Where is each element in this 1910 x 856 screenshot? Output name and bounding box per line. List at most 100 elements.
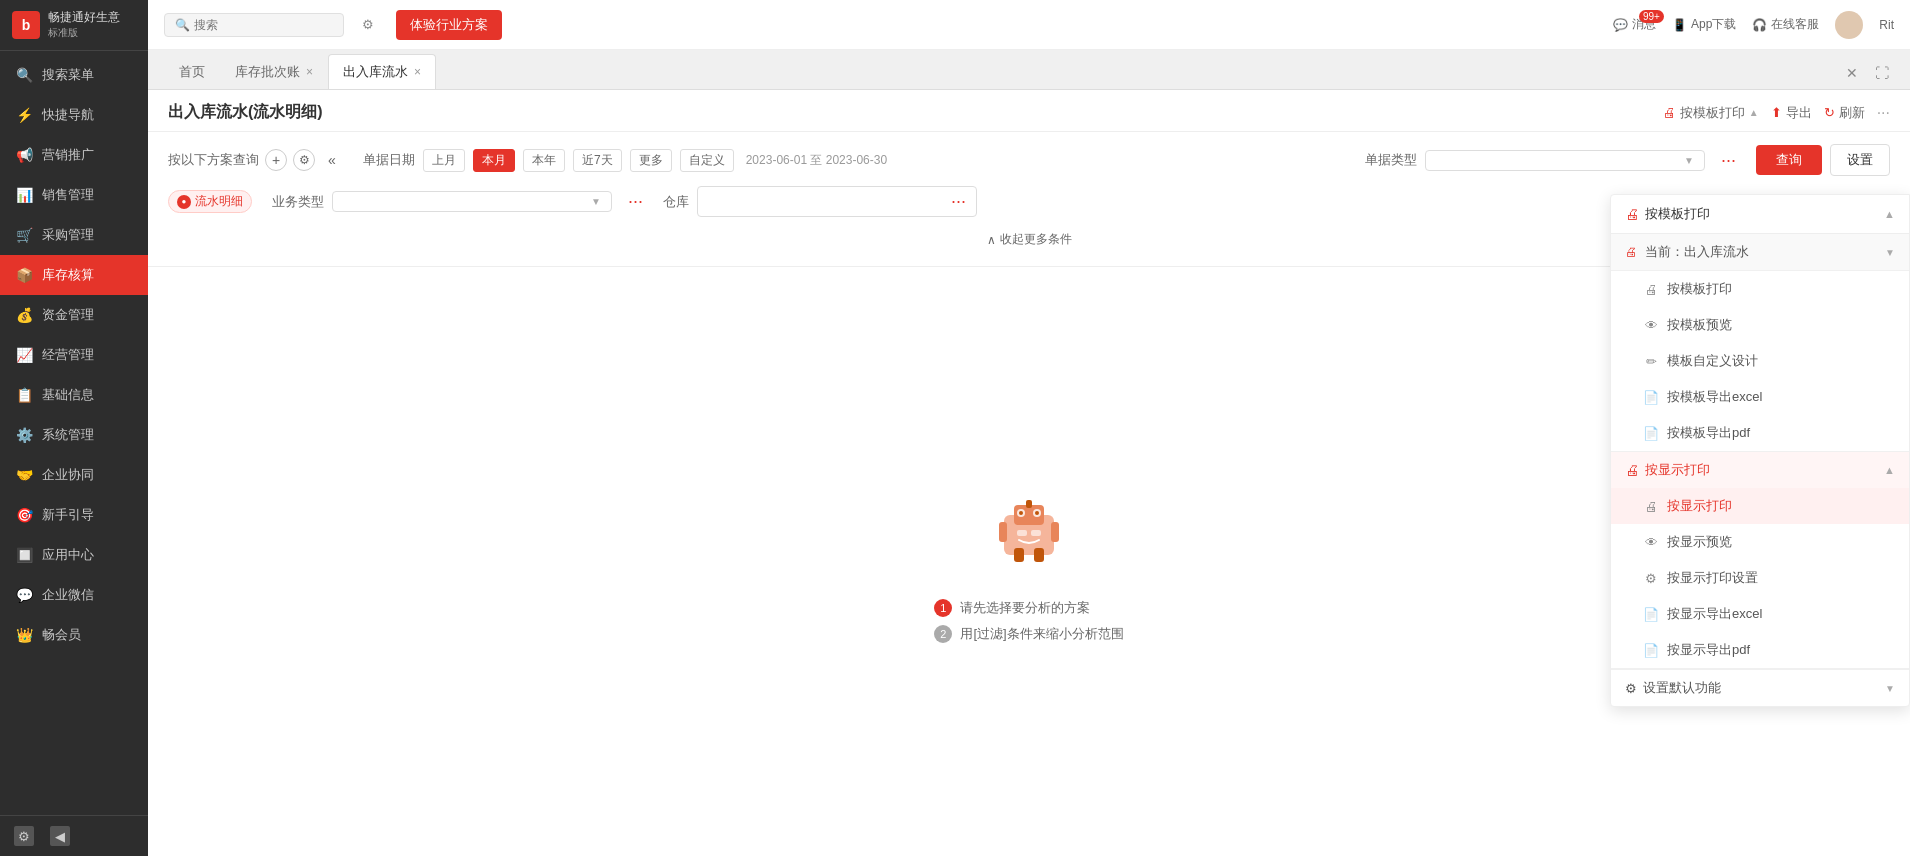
dropdown-display-pdf-item[interactable]: 📄 按显示导出pdf	[1611, 632, 1909, 668]
filter-add-btn[interactable]: +	[265, 149, 287, 171]
dropdown-display-settings-item[interactable]: ⚙ 按显示打印设置	[1611, 560, 1909, 596]
dropdown-template-pdf-item[interactable]: 📄 按模板导出pdf	[1611, 415, 1909, 451]
settings-btn[interactable]: 设置	[1830, 144, 1890, 176]
biz-type-select[interactable]: ▼	[332, 191, 612, 212]
display-settings-label: 按显示打印设置	[1667, 569, 1758, 587]
sidebar-item-search[interactable]: 🔍 搜索菜单	[0, 55, 148, 95]
sidebar-item-label: 库存核算	[42, 266, 94, 284]
date-btn-thisyear[interactable]: 本年	[523, 149, 565, 172]
warehouse-more-icon[interactable]: ···	[951, 191, 966, 212]
filter-setting-btn[interactable]: ⚙	[293, 149, 315, 171]
template-print-icon: 🖨	[1643, 281, 1659, 297]
search-input[interactable]	[194, 18, 324, 32]
finance-icon: 💰	[14, 305, 34, 325]
display-print-icon: 🖨	[1643, 498, 1659, 514]
dropdown-display-header[interactable]: 🖨 按显示打印 ▲	[1611, 452, 1909, 488]
industry-btn[interactable]: 体验行业方案	[396, 10, 502, 40]
current-item-icon: 🖨	[1625, 245, 1637, 259]
sidebar-item-operation[interactable]: 📈 经营管理	[0, 335, 148, 375]
dropdown-current-item[interactable]: 🖨 当前：出入库流水 ▼	[1611, 234, 1909, 270]
date-btn-more[interactable]: 更多	[630, 149, 672, 172]
username-label[interactable]: Rit	[1879, 18, 1894, 32]
display-preview-label: 按显示预览	[1667, 533, 1732, 551]
tab-batch-account[interactable]: 库存批次账 ×	[220, 54, 328, 89]
message-icon: 💬	[1613, 18, 1628, 32]
date-btn-7days[interactable]: 近7天	[573, 149, 622, 172]
display-pdf-icon: 📄	[1643, 642, 1659, 658]
date-btn-thismonth[interactable]: 本月	[473, 149, 515, 172]
type-select[interactable]: ▼	[1425, 150, 1705, 171]
tab-flow-close[interactable]: ×	[414, 65, 421, 79]
sidebar-item-finance[interactable]: 💰 资金管理	[0, 295, 148, 335]
dropdown-template-preview-item[interactable]: 👁 按模板预览	[1611, 307, 1909, 343]
excel-icon: 📄	[1643, 389, 1659, 405]
template-custom-label: 模板自定义设计	[1667, 352, 1758, 370]
print-btn[interactable]: 🖨 按模板打印 ▲	[1663, 104, 1759, 122]
dropdown-display-excel-item[interactable]: 📄 按显示导出excel	[1611, 596, 1909, 632]
sidebar-bottom: ⚙ ◀	[0, 815, 148, 856]
sidebar-item-corp[interactable]: 🤝 企业协同	[0, 455, 148, 495]
message-btn[interactable]: 💬 消息 99+	[1613, 16, 1656, 33]
query-btn[interactable]: 查询	[1756, 145, 1822, 175]
export-btn[interactable]: ⬆ 导出	[1771, 104, 1812, 122]
sidebar-settings-btn[interactable]: ⚙	[14, 826, 34, 846]
sidebar-item-purchase[interactable]: 🛒 采购管理	[0, 215, 148, 255]
display-excel-icon: 📄	[1643, 606, 1659, 622]
dropdown-footer[interactable]: ⚙ 设置默认功能 ▼	[1611, 669, 1909, 706]
tab-home[interactable]: 首页	[164, 54, 220, 89]
sidebar-item-wechat[interactable]: 💬 企业微信	[0, 575, 148, 615]
service-btn[interactable]: 🎧 在线客服	[1752, 16, 1819, 33]
sidebar-item-member[interactable]: 👑 畅会员	[0, 615, 148, 655]
tab-flow[interactable]: 出入库流水 ×	[328, 54, 436, 89]
sidebar-item-apps[interactable]: 🔲 应用中心	[0, 535, 148, 575]
sidebar-collapse-btn[interactable]: ◀	[50, 826, 70, 846]
sidebar-item-basic[interactable]: 📋 基础信息	[0, 375, 148, 415]
tab-batch-close[interactable]: ×	[306, 65, 313, 79]
date-btn-lastmonth[interactable]: 上月	[423, 149, 465, 172]
print-label: 按模板打印	[1680, 104, 1745, 122]
dropdown-template-excel-item[interactable]: 📄 按模板导出excel	[1611, 379, 1909, 415]
svg-rect-7	[999, 522, 1007, 542]
sidebar-item-inventory[interactable]: 📦 库存核算	[0, 255, 148, 295]
filter-collapse-btn[interactable]: «	[321, 149, 343, 171]
collapse-conditions-btn[interactable]: ∧ 收起更多条件	[981, 225, 1078, 254]
user-avatar[interactable]	[1835, 11, 1863, 39]
maximize-icon[interactable]: ⛶	[1870, 61, 1894, 85]
pdf-icon: 📄	[1643, 425, 1659, 441]
app-download-btn[interactable]: 📱 App下载	[1672, 16, 1736, 33]
apps-icon: 🔲	[14, 545, 34, 565]
close-icon[interactable]: ✕	[1840, 61, 1864, 85]
sidebar-item-label: 新手引导	[42, 506, 94, 524]
dropdown-header[interactable]: 🖨 按模板打印 ▲	[1611, 195, 1909, 234]
more-actions-btn[interactable]: ···	[1877, 104, 1890, 122]
sidebar-item-guide[interactable]: 🎯 新手引导	[0, 495, 148, 535]
sidebar-item-quick-nav[interactable]: ⚡ 快捷导航	[0, 95, 148, 135]
tab-home-label: 首页	[179, 63, 205, 81]
template-excel-label: 按模板导出excel	[1667, 388, 1762, 406]
sidebar-item-marketing[interactable]: 📢 营销推广	[0, 135, 148, 175]
warehouse-select[interactable]: ···	[697, 186, 977, 217]
dropdown-template-print-item[interactable]: 🖨 按模板打印	[1611, 271, 1909, 307]
filter-row-date: 按以下方案查询 + ⚙ « 单据日期 上月 本月 本年 近7天 更多 自定义 2…	[168, 144, 1890, 176]
sidebar-item-label: 企业微信	[42, 586, 94, 604]
biz-type-container: 业务类型 ▼ ···	[272, 191, 643, 212]
sidebar-item-label: 销售管理	[42, 186, 94, 204]
wechat-icon: 💬	[14, 585, 34, 605]
gear-icon[interactable]: ⚙	[354, 11, 382, 39]
marketing-icon: 📢	[14, 145, 34, 165]
sidebar-item-label: 畅会员	[42, 626, 81, 644]
display-section-icon: 🖨	[1625, 462, 1639, 478]
sidebar-item-label: 采购管理	[42, 226, 94, 244]
display-settings-icon: ⚙	[1643, 570, 1659, 586]
date-btn-custom[interactable]: 自定义	[680, 149, 734, 172]
sidebar-item-system[interactable]: ⚙️ 系统管理	[0, 415, 148, 455]
type-select-more-icon[interactable]: ···	[1721, 150, 1736, 171]
dropdown-display-preview-item[interactable]: 👁 按显示预览	[1611, 524, 1909, 560]
empty-step-1: 1 请先选择要分析的方案	[934, 599, 1123, 617]
dropdown-template-custom-item[interactable]: ✏ 模板自定义设计	[1611, 343, 1909, 379]
refresh-btn[interactable]: ↻ 刷新	[1824, 104, 1865, 122]
biz-select-more-icon[interactable]: ···	[628, 191, 643, 212]
sidebar-item-sales[interactable]: 📊 销售管理	[0, 175, 148, 215]
biz-type-label: 业务类型	[272, 193, 324, 211]
dropdown-display-print-item[interactable]: 🖨 按显示打印	[1611, 488, 1909, 524]
